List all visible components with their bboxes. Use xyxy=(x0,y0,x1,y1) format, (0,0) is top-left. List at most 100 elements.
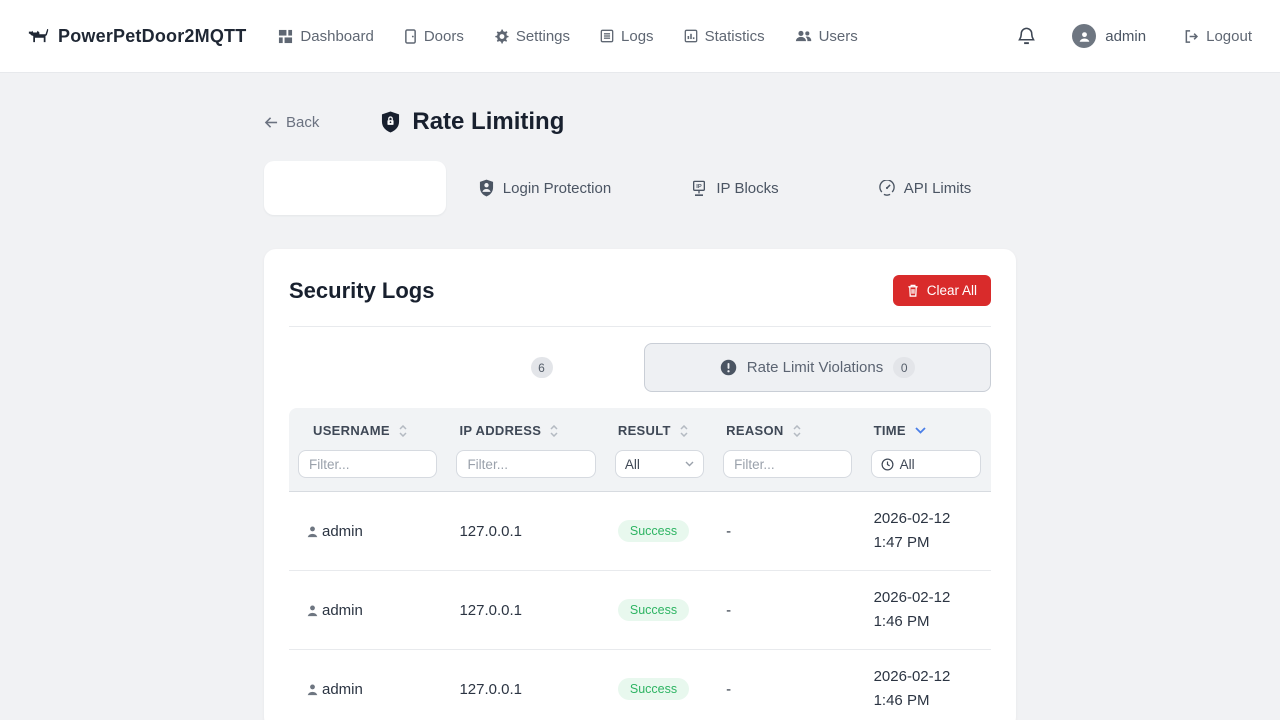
tab-api-limits[interactable]: API Limits xyxy=(834,161,1016,215)
sort-desc-icon xyxy=(915,427,926,434)
reason-cell: - xyxy=(714,649,862,720)
section-tabs: Login Protection IP IP Blocks API Limits xyxy=(264,161,1016,215)
brand-title: PowerPetDoor2MQTT xyxy=(58,25,247,46)
nav-item-users[interactable]: Users xyxy=(795,28,858,45)
username-cell: admin xyxy=(306,681,435,698)
clear-all-label: Clear All xyxy=(926,283,977,298)
back-label: Back xyxy=(286,113,320,131)
clear-all-button[interactable]: Clear All xyxy=(892,275,991,306)
security-logs-table: USERNAME IP ADDRESS RESULT REASON TIME F… xyxy=(289,408,991,720)
brand[interactable]: PowerPetDoor2MQTT xyxy=(28,26,246,47)
column-label: TIME xyxy=(873,423,906,438)
logout-icon xyxy=(1184,29,1199,44)
date-value: 2026-02-12 xyxy=(873,668,951,685)
column-header-time[interactable]: TIME xyxy=(874,423,979,438)
tab-active-blank[interactable] xyxy=(264,161,446,215)
reason-filter-input[interactable] xyxy=(723,450,852,478)
table-header-row: USERNAME IP ADDRESS RESULT REASON TIME xyxy=(289,408,991,447)
ip-cell: 127.0.0.1 xyxy=(447,649,606,720)
nav-label: Users xyxy=(818,27,858,45)
column-label: REASON xyxy=(726,423,784,438)
username-value: admin xyxy=(322,680,363,698)
nav-label: Settings xyxy=(515,27,571,45)
column-header-username[interactable]: USERNAME xyxy=(313,423,435,438)
card-divider xyxy=(289,326,991,327)
table-row[interactable]: admin 127.0.0.1 Success - 2026-02-12 1:4… xyxy=(289,570,991,650)
back-button[interactable]: Back xyxy=(264,114,319,131)
tab-ip-blocks[interactable]: IP IP Blocks xyxy=(644,161,826,215)
subtab-login-attempts[interactable]: 6 xyxy=(289,343,636,392)
time-cell: 2026-02-12 1:46 PM xyxy=(874,665,979,713)
card-header: Security Logs Clear All xyxy=(289,275,991,306)
time-value: 1:46 PM xyxy=(873,613,930,630)
sort-icon xyxy=(399,424,407,437)
nav-item-settings[interactable]: Settings xyxy=(494,28,570,45)
person-icon xyxy=(307,683,318,695)
back-arrow-icon xyxy=(264,116,279,129)
sort-icon xyxy=(680,424,688,437)
tab-label: IP Blocks xyxy=(716,179,779,197)
table-row[interactable]: admin 127.0.0.1 Success - 2026-02-12 1:4… xyxy=(289,649,991,720)
nav-label: Dashboard xyxy=(300,27,374,45)
trash-icon xyxy=(907,284,919,297)
status-badge: Success xyxy=(617,520,690,542)
shield-lock-icon xyxy=(381,111,400,133)
bell-icon[interactable] xyxy=(1017,26,1036,46)
table-filter-row: All All xyxy=(289,447,991,492)
nav-label: Statistics xyxy=(704,27,765,45)
column-header-ip[interactable]: IP ADDRESS xyxy=(459,423,593,438)
username-cell: admin xyxy=(306,602,435,619)
time-filter-select[interactable]: All xyxy=(870,450,981,478)
result-filter-select[interactable]: All xyxy=(614,450,705,478)
ip-node-icon: IP xyxy=(691,180,707,197)
time-cell: 2026-02-12 1:47 PM xyxy=(874,507,979,555)
nav-label: Logs xyxy=(621,27,654,45)
time-value: 1:47 PM xyxy=(873,534,930,551)
nav-item-doors[interactable]: Doors xyxy=(404,28,464,45)
time-filter-value: All xyxy=(899,456,915,472)
ip-filter-input[interactable] xyxy=(456,450,596,478)
column-label: RESULT xyxy=(617,423,671,438)
page-title-group: Rate Limiting xyxy=(381,108,564,136)
time-value: 1:46 PM xyxy=(873,692,930,709)
person-icon xyxy=(307,604,318,616)
dog-icon xyxy=(28,27,49,45)
chevron-down-icon xyxy=(685,461,694,467)
ip-cell: 127.0.0.1 xyxy=(447,491,606,571)
dashboard-icon xyxy=(278,29,293,44)
tab-login-protection[interactable]: Login Protection xyxy=(454,161,636,215)
status-badge: Success xyxy=(617,678,690,700)
table-row[interactable]: admin 127.0.0.1 Success - 2026-02-12 1:4… xyxy=(289,491,991,571)
status-badge: Success xyxy=(617,599,690,621)
avatar xyxy=(1072,24,1097,48)
logs-icon xyxy=(600,29,614,43)
nav-item-statistics[interactable]: Statistics xyxy=(684,28,765,45)
user-chip[interactable]: admin xyxy=(1072,24,1146,48)
door-icon xyxy=(404,28,417,44)
gauge-icon xyxy=(879,180,895,196)
users-icon xyxy=(795,29,812,43)
nav-item-dashboard[interactable]: Dashboard xyxy=(278,27,374,45)
nav-label: Doors xyxy=(423,27,464,45)
clock-icon xyxy=(881,458,894,470)
date-value: 2026-02-12 xyxy=(873,510,951,527)
nav-item-logs[interactable]: Logs xyxy=(600,28,654,45)
violations-count-badge: 0 xyxy=(893,357,916,378)
svg-text:IP: IP xyxy=(697,184,703,190)
user-name: admin xyxy=(1105,27,1147,45)
column-header-result[interactable]: RESULT xyxy=(618,423,702,438)
username-filter-input[interactable] xyxy=(298,450,438,478)
column-header-reason[interactable]: REASON xyxy=(726,423,849,438)
main-nav: Dashboard Doors Settings Logs Statistics… xyxy=(278,27,858,45)
gear-icon xyxy=(494,28,509,44)
navbar-right: admin Logout xyxy=(1017,24,1252,48)
top-navbar: PowerPetDoor2MQTT Dashboard Doors Settin… xyxy=(0,0,1280,73)
card-title: Security Logs xyxy=(289,277,435,303)
sort-icon xyxy=(550,424,558,437)
username-value: admin xyxy=(322,522,363,540)
logout-button[interactable]: Logout xyxy=(1184,28,1252,45)
date-value: 2026-02-12 xyxy=(873,589,951,606)
subtab-rate-limit-violations[interactable]: Rate Limit Violations 0 xyxy=(644,343,991,392)
rate-limiting-page: Back Rate Limiting Login Protection IP I… xyxy=(264,73,1016,720)
shield-user-icon xyxy=(479,179,494,197)
